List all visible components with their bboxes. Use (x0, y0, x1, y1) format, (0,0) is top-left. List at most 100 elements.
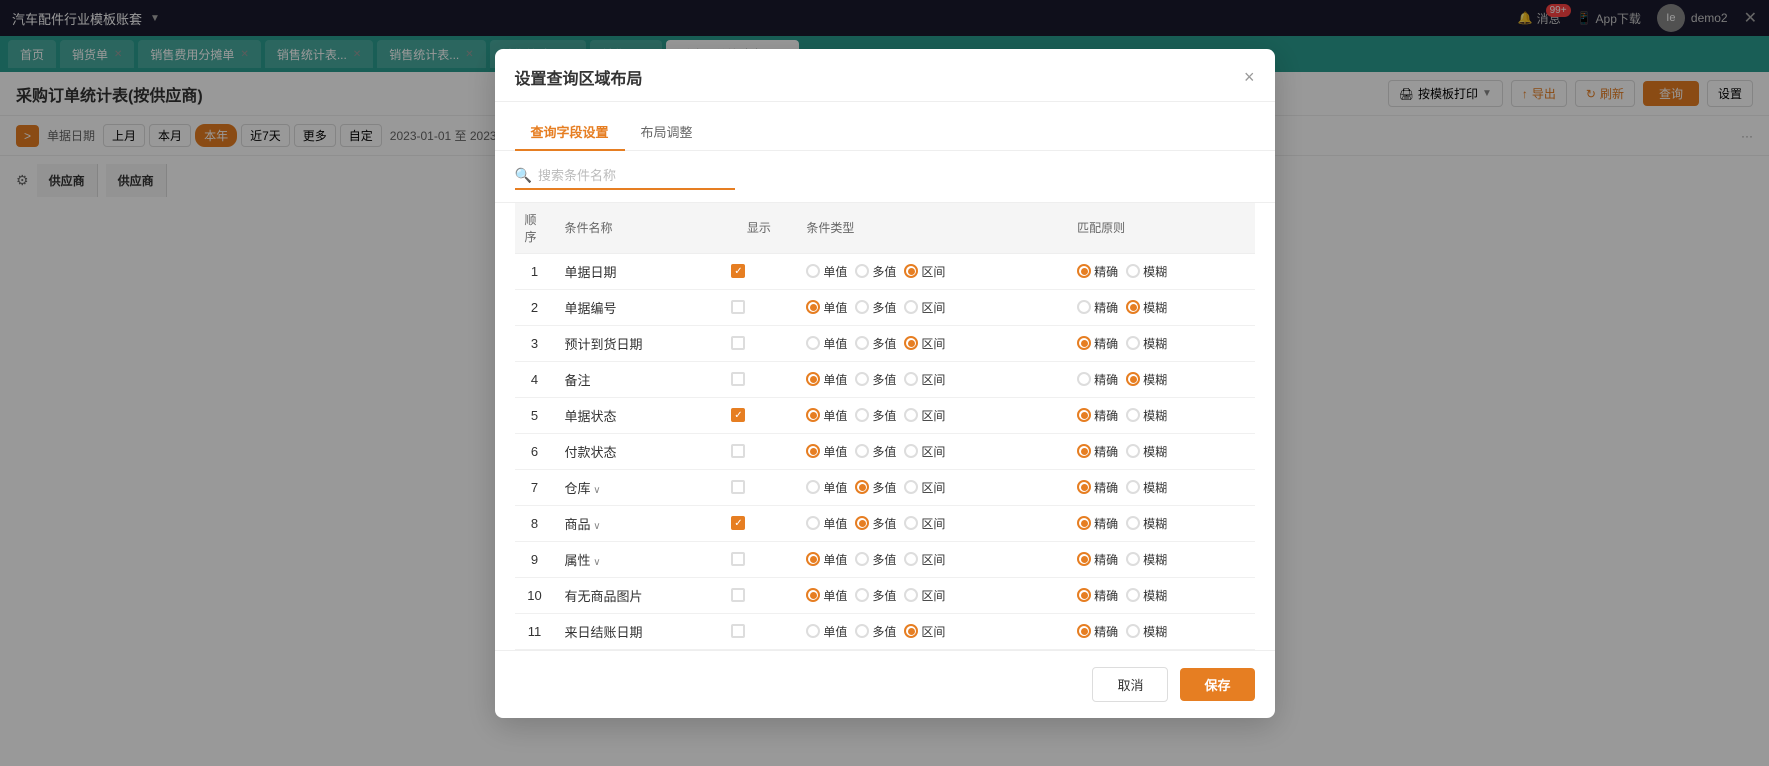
type-radio-item[interactable]: 单值 (806, 263, 847, 280)
display-checkbox[interactable]: ✓ (731, 516, 745, 530)
type-radio-item[interactable]: 多值 (855, 371, 896, 388)
type-radio-item[interactable]: 区间 (904, 263, 945, 280)
type-radio-item[interactable]: 区间 (904, 479, 945, 496)
search-input[interactable] (538, 168, 735, 183)
type-radio-item[interactable]: 单值 (806, 407, 847, 424)
display-checkbox[interactable] (731, 300, 745, 314)
match-radio-item[interactable]: 精确 (1077, 443, 1118, 460)
match-radio-group: 精确模糊 (1077, 515, 1244, 532)
type-radio-item[interactable]: 多值 (855, 515, 896, 532)
type-radio-item[interactable]: 区间 (904, 335, 945, 352)
match-radio-group: 精确模糊 (1077, 623, 1244, 640)
type-radio-item[interactable]: 多值 (855, 443, 896, 460)
radio-circle (904, 588, 918, 602)
type-radio-item[interactable]: 单值 (806, 587, 847, 604)
match-radio-item[interactable]: 模糊 (1126, 587, 1167, 604)
display-checkbox[interactable] (731, 624, 745, 638)
type-radio-item[interactable]: 单值 (806, 299, 847, 316)
row-match-cell: 精确模糊 (1067, 577, 1254, 613)
type-radio-item[interactable]: 区间 (904, 551, 945, 568)
type-radio-item[interactable]: 多值 (855, 407, 896, 424)
type-radio-group: 单值多值区间 (806, 623, 1057, 640)
type-radio-item[interactable]: 单值 (806, 335, 847, 352)
save-button[interactable]: 保存 (1180, 668, 1254, 701)
type-radio-item[interactable]: 多值 (855, 623, 896, 640)
match-radio-item[interactable]: 模糊 (1126, 551, 1167, 568)
match-radio-item[interactable]: 精确 (1077, 515, 1118, 532)
table-row: 11来日结账日期单值多值区间精确模糊 (515, 613, 1255, 649)
type-radio-group: 单值多值区间 (806, 443, 1057, 460)
match-radio-item[interactable]: 精确 (1077, 479, 1118, 496)
display-checkbox[interactable] (731, 336, 745, 350)
row-condition-name: 仓库 ∨ (555, 469, 722, 505)
match-radio-item[interactable]: 精确 (1077, 335, 1118, 352)
display-checkbox[interactable]: ✓ (731, 264, 745, 278)
display-checkbox[interactable] (731, 444, 745, 458)
match-radio-item[interactable]: 模糊 (1126, 515, 1167, 532)
type-radio-item[interactable]: 区间 (904, 587, 945, 604)
tab-layout-adjust[interactable]: 布局调整 (625, 114, 709, 151)
match-radio-item[interactable]: 模糊 (1126, 299, 1167, 316)
display-checkbox[interactable] (731, 552, 745, 566)
type-radio-item[interactable]: 多值 (855, 551, 896, 568)
row-type-cell: 单值多值区间 (796, 613, 1067, 649)
type-radio-item[interactable]: 区间 (904, 623, 945, 640)
radio-circle (904, 336, 918, 350)
dialog-close-button[interactable]: × (1244, 68, 1255, 86)
match-radio-item[interactable]: 模糊 (1126, 335, 1167, 352)
cancel-button[interactable]: 取消 (1092, 667, 1168, 702)
match-radio-item[interactable]: 精确 (1077, 623, 1118, 640)
type-radio-item[interactable]: 单值 (806, 515, 847, 532)
row-display-checkbox-cell (721, 577, 796, 613)
match-radio-item[interactable]: 精确 (1077, 551, 1118, 568)
type-radio-item[interactable]: 单值 (806, 623, 847, 640)
table-row: 5单据状态✓单值多值区间精确模糊 (515, 397, 1255, 433)
row-num: 4 (515, 361, 555, 397)
display-checkbox[interactable]: ✓ (731, 408, 745, 422)
type-radio-item[interactable]: 多值 (855, 335, 896, 352)
match-radio-item[interactable]: 模糊 (1126, 263, 1167, 280)
row-type-cell: 单值多值区间 (796, 505, 1067, 541)
display-checkbox[interactable] (731, 588, 745, 602)
type-radio-item[interactable]: 区间 (904, 443, 945, 460)
match-radio-item[interactable]: 精确 (1077, 407, 1118, 424)
type-radio-item[interactable]: 多值 (855, 479, 896, 496)
radio-circle (1077, 588, 1091, 602)
type-radio-item[interactable]: 多值 (855, 299, 896, 316)
type-radio-item[interactable]: 区间 (904, 299, 945, 316)
table-row: 8商品 ∨✓单值多值区间精确模糊 (515, 505, 1255, 541)
match-radio-item[interactable]: 模糊 (1126, 479, 1167, 496)
tab-query-fields[interactable]: 查询字段设置 (515, 114, 625, 151)
match-radio-item[interactable]: 精确 (1077, 263, 1118, 280)
type-radio-item[interactable]: 单值 (806, 371, 847, 388)
table-row: 4备注单值多值区间精确模糊 (515, 361, 1255, 397)
match-radio-item[interactable]: 精确 (1077, 299, 1118, 316)
type-radio-item[interactable]: 单值 (806, 551, 847, 568)
match-radio-item[interactable]: 精确 (1077, 587, 1118, 604)
type-radio-item[interactable]: 单值 (806, 443, 847, 460)
match-radio-item[interactable]: 模糊 (1126, 371, 1167, 388)
table-row: 10有无商品图片单值多值区间精确模糊 (515, 577, 1255, 613)
dialog-header: 设置查询区域布局 × (495, 49, 1275, 102)
radio-circle (806, 300, 820, 314)
type-radio-item[interactable]: 多值 (855, 263, 896, 280)
match-radio-item[interactable]: 精确 (1077, 371, 1118, 388)
type-radio-item[interactable]: 区间 (904, 407, 945, 424)
match-radio-group: 精确模糊 (1077, 299, 1244, 316)
search-icon: 🔍 (515, 167, 532, 184)
row-display-checkbox-cell: ✓ (721, 397, 796, 433)
type-radio-item[interactable]: 多值 (855, 587, 896, 604)
display-checkbox[interactable] (731, 480, 745, 494)
type-radio-item[interactable]: 区间 (904, 371, 945, 388)
type-radio-item[interactable]: 单值 (806, 479, 847, 496)
col-order: 顺序 (515, 203, 555, 254)
display-checkbox[interactable] (731, 372, 745, 386)
match-radio-item[interactable]: 模糊 (1126, 407, 1167, 424)
match-radio-item[interactable]: 模糊 (1126, 623, 1167, 640)
radio-circle (855, 444, 869, 458)
radio-circle (855, 300, 869, 314)
match-radio-item[interactable]: 模糊 (1126, 443, 1167, 460)
match-radio-group: 精确模糊 (1077, 443, 1244, 460)
type-radio-item[interactable]: 区间 (904, 515, 945, 532)
type-radio-group: 单值多值区间 (806, 299, 1057, 316)
